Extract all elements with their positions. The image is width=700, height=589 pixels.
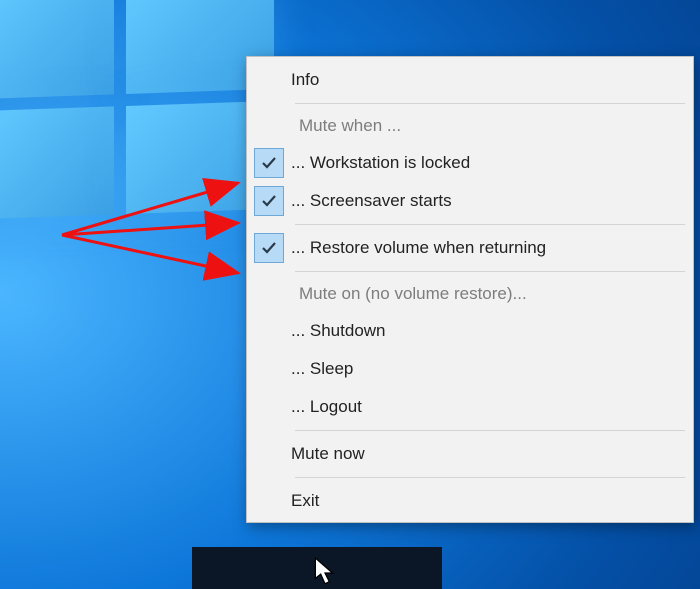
menu-divider (295, 477, 685, 478)
menu-section-header-mute-on: Mute on (no volume restore)... (247, 276, 693, 312)
menu-header-label: Mute on (no volume restore)... (299, 284, 527, 304)
menu-divider (295, 224, 685, 225)
menu-item-label: ... Logout (291, 397, 679, 417)
menu-item-workstation-locked[interactable]: ... Workstation is locked (247, 144, 693, 182)
menu-item-sleep[interactable]: ... Sleep (247, 350, 693, 388)
mouse-cursor-icon (314, 557, 336, 587)
menu-section-header-mute-when: Mute when ... (247, 108, 693, 144)
menu-item-logout[interactable]: ... Logout (247, 388, 693, 426)
windows-logo (0, 0, 266, 241)
menu-header-label: Mute when ... (299, 116, 401, 136)
menu-divider (295, 271, 685, 272)
menu-item-restore-volume[interactable]: ... Restore volume when returning (247, 229, 693, 267)
checkmark-icon (254, 233, 284, 263)
checkmark-icon (254, 186, 284, 216)
menu-item-shutdown[interactable]: ... Shutdown (247, 312, 693, 350)
menu-item-label: Exit (291, 491, 679, 511)
menu-item-label: Mute now (291, 444, 679, 464)
menu-item-info[interactable]: Info (247, 61, 693, 99)
menu-item-label: Info (291, 70, 679, 90)
menu-divider (295, 103, 685, 104)
context-menu: Info Mute when ... ... Workstation is lo… (246, 56, 694, 523)
menu-item-label: ... Shutdown (291, 321, 679, 341)
menu-item-label: ... Restore volume when returning (291, 238, 679, 258)
menu-item-exit[interactable]: Exit (247, 482, 693, 520)
menu-item-label: ... Screensaver starts (291, 191, 679, 211)
menu-item-label: ... Sleep (291, 359, 679, 379)
menu-item-screensaver-starts[interactable]: ... Screensaver starts (247, 182, 693, 220)
checkmark-icon (254, 148, 284, 178)
menu-divider (295, 430, 685, 431)
menu-item-mute-now[interactable]: Mute now (247, 435, 693, 473)
menu-item-label: ... Workstation is locked (291, 153, 679, 173)
